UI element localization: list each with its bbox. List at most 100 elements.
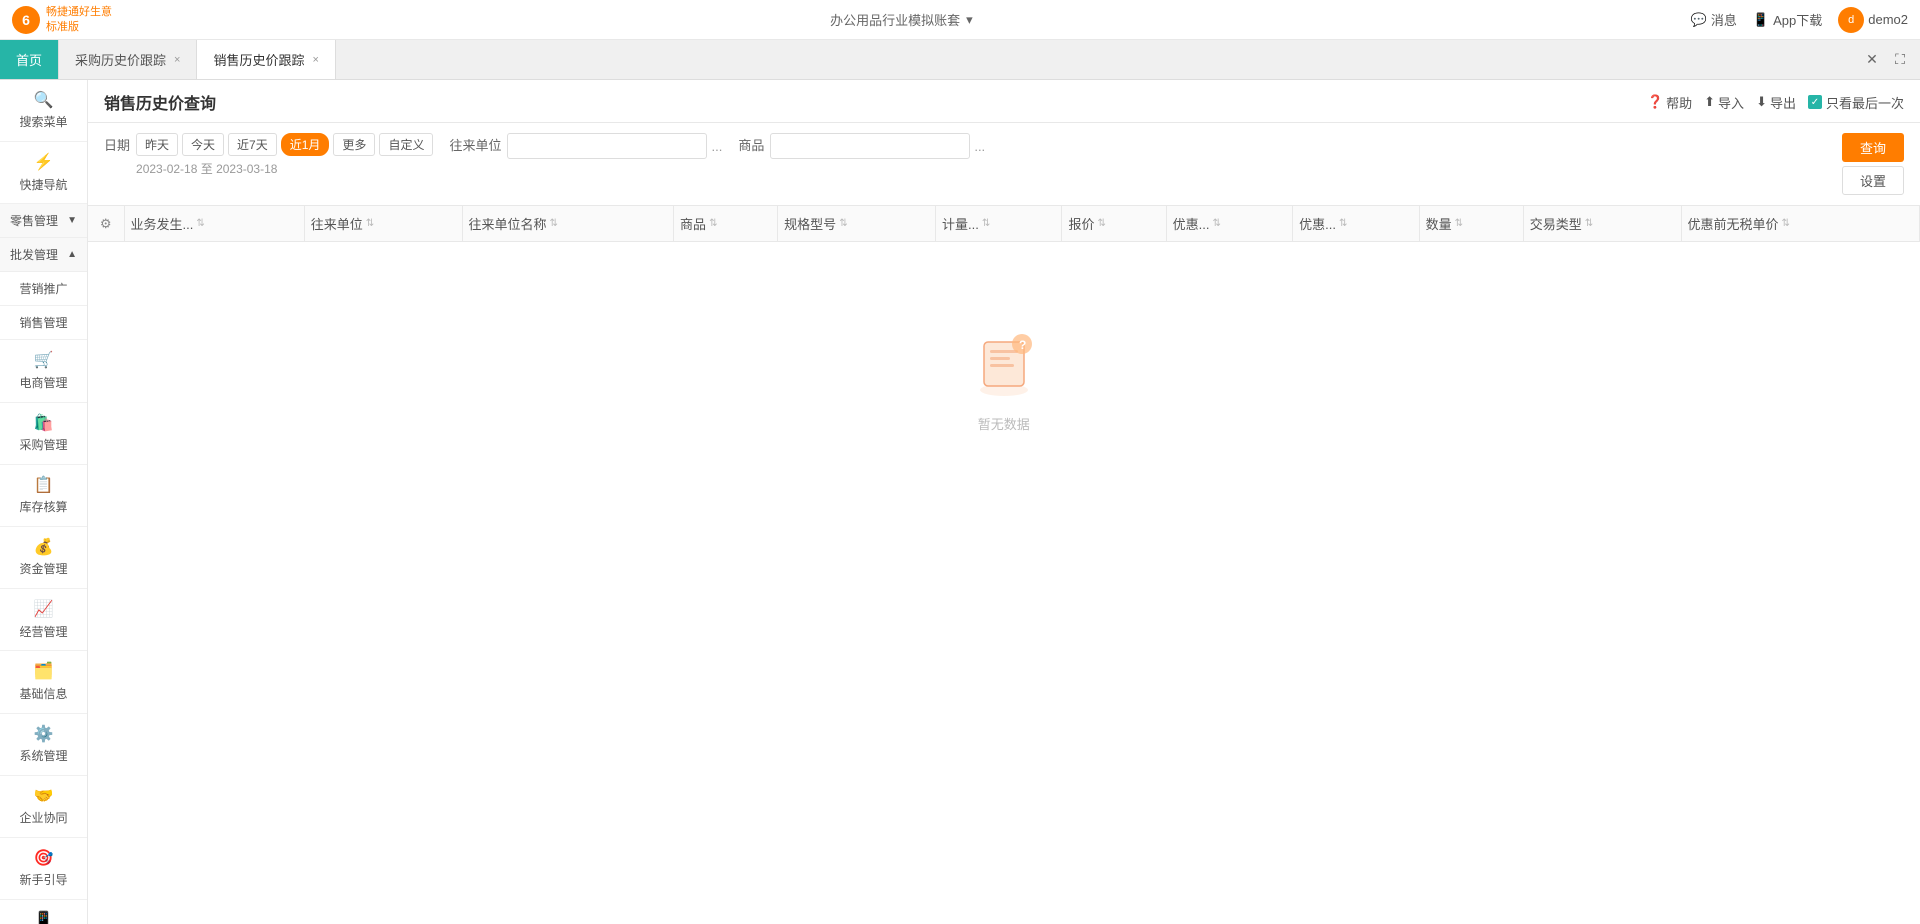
sidebar-quicknav-label: 快捷导航 <box>19 177 67 194</box>
date-filter-label: 日期 <box>104 133 130 159</box>
system-label: 系统管理 <box>19 748 67 765</box>
finance-icon: 💰 <box>34 537 54 559</box>
filter-bar: 日期 昨天 今天 近7天 近1月 更多 自定义 2023-02-18 至 202… <box>88 123 1920 206</box>
th-product-sort[interactable]: ⇅ <box>709 218 717 229</box>
sidebar-item-sales-mgmt[interactable]: 销售管理 <box>0 306 87 340</box>
th-biz-date: 业务发生... ⇅ <box>124 206 304 242</box>
th-discount2-label: 优惠... <box>1299 214 1336 233</box>
th-discount1-sort[interactable]: ⇅ <box>1212 218 1220 229</box>
product-input[interactable] <box>770 133 970 159</box>
sidebar-item-ecommerce[interactable]: 🛒 电商管理 <box>0 340 87 402</box>
topbar-left: 6 畅捷通好生意 标准版 <box>12 5 112 34</box>
sidebar-item-finance[interactable]: 💰 资金管理 <box>0 527 87 589</box>
customer-input[interactable] <box>507 133 707 159</box>
only-last-wrap[interactable]: ✓ 只看最后一次 <box>1808 93 1904 112</box>
export-action[interactable]: ⬇ 导出 <box>1756 93 1796 112</box>
user-area[interactable]: d demo2 <box>1838 7 1908 33</box>
customer-dots[interactable]: ... <box>711 139 722 154</box>
setting-button[interactable]: 设置 <box>1842 166 1904 195</box>
th-spec-sort[interactable]: ⇅ <box>839 218 847 229</box>
quick-nav-icon: ⚡ <box>34 152 54 174</box>
th-qty-label: 数量 <box>1426 214 1452 233</box>
data-table: ⚙ 业务发生... ⇅ 往来单位 ⇅ <box>88 206 1920 513</box>
tab-sales-history[interactable]: 销售历史价跟踪 × <box>197 40 335 79</box>
empty-state-row: ? 暂无数据 <box>88 242 1920 514</box>
table-header-row: ⚙ 业务发生... ⇅ 往来单位 ⇅ <box>88 206 1920 242</box>
guide-icon: 🎯 <box>34 848 54 870</box>
sidebar-item-new-guide[interactable]: 🎯 新手引导 <box>0 838 87 900</box>
sidebar-item-base-info[interactable]: 🗂️ 基础信息 <box>0 651 87 713</box>
empty-svg: ? <box>964 322 1044 402</box>
sidebar-item-retail-mgmt[interactable]: 零售管理 ▼ <box>0 204 87 238</box>
product-filter-label: 商品 <box>738 133 764 159</box>
date-filter-btns: 昨天 今天 近7天 近1月 更多 自定义 2023-02-18 至 2023-0… <box>136 133 433 177</box>
product-dots[interactable]: ... <box>974 139 985 154</box>
tab-home[interactable]: 首页 <box>0 40 59 79</box>
date-btn-7days[interactable]: 近7天 <box>228 133 277 156</box>
message-btn[interactable]: 💬 消息 <box>1691 10 1737 29</box>
topbar-center[interactable]: 办公用品行业模拟账套 ▾ <box>830 10 973 29</box>
app-download-btn[interactable]: 📱 App下载 <box>1753 10 1822 29</box>
date-btn-1month[interactable]: 近1月 <box>281 133 330 156</box>
sidebar: 🔍 搜索菜单 ⚡ 快捷导航 零售管理 ▼ 批发管理 ▲ 营销推广 销售管理 🛒 … <box>0 80 88 924</box>
tab-purchase-history[interactable]: 采购历史价跟踪 × <box>59 40 197 79</box>
import-action[interactable]: ⬆ 导入 <box>1704 93 1744 112</box>
sidebar-item-enterprise-collab[interactable]: 🤝 企业协同 <box>0 776 87 838</box>
system-icon: ⚙️ <box>34 724 54 746</box>
sidebar-item-wholesale-mgmt[interactable]: 批发管理 ▲ <box>0 238 87 272</box>
close-tab-btn[interactable]: ✕ <box>1860 48 1884 72</box>
query-button[interactable]: 查询 <box>1842 133 1904 162</box>
app-selector-arrow[interactable]: ▾ <box>966 12 973 28</box>
purchase-icon: 🛍️ <box>34 413 54 435</box>
marketing-label: 营销推广 <box>19 282 67 296</box>
table-body: ? 暂无数据 <box>88 242 1920 514</box>
search-icon: 🔍 <box>34 90 54 112</box>
tab-purchase-history-close[interactable]: × <box>174 54 180 66</box>
ecommerce-icon: 🛒 <box>34 350 54 372</box>
page-title: 销售历史价查询 <box>104 90 216 114</box>
help-action[interactable]: ❓ 帮助 <box>1647 93 1692 112</box>
date-btn-custom[interactable]: 自定义 <box>379 133 433 156</box>
th-quote: 报价 ⇅ <box>1062 206 1166 242</box>
th-partner-id-sort[interactable]: ⇅ <box>366 218 374 229</box>
sidebar-item-purchase-mgmt[interactable]: 🛍️ 采购管理 <box>0 403 87 465</box>
sidebar-sub-wholesale: 营销推广 销售管理 <box>0 272 87 340</box>
import-icon: ⬆ <box>1704 94 1715 110</box>
sidebar-item-inventory[interactable]: 📋 库存核算 <box>0 465 87 527</box>
date-btn-more[interactable]: 更多 <box>333 133 375 156</box>
th-qty-sort[interactable]: ⇅ <box>1455 218 1463 229</box>
th-partner-name-label: 往来单位名称 <box>469 214 547 233</box>
sidebar-item-marketing[interactable]: 营销推广 <box>0 272 87 306</box>
th-pre-tax-price-label: 优惠前无税单价 <box>1688 214 1779 233</box>
purchase-label: 采购管理 <box>19 437 67 454</box>
sidebar-item-app-center[interactable]: 📱 应用中心 <box>0 900 87 924</box>
sidebar-item-operations[interactable]: 📈 经营管理 <box>0 589 87 651</box>
th-unit-sort[interactable]: ⇅ <box>982 218 990 229</box>
th-partner-id-label: 往来单位 <box>311 214 363 233</box>
date-btn-yesterday[interactable]: 昨天 <box>136 133 178 156</box>
th-biz-date-sort[interactable]: ⇅ <box>196 218 204 229</box>
th-partner-name-sort[interactable]: ⇅ <box>550 218 558 229</box>
sidebar-item-system[interactable]: ⚙️ 系统管理 <box>0 714 87 776</box>
logo-icon: 6 <box>12 6 40 34</box>
th-pre-tax-price-sort[interactable]: ⇅ <box>1782 218 1790 229</box>
empty-state-cell: ? 暂无数据 <box>88 242 1920 514</box>
th-trade-type-label: 交易类型 <box>1530 214 1582 233</box>
th-discount2-sort[interactable]: ⇅ <box>1339 218 1347 229</box>
tab-sales-history-close[interactable]: × <box>312 54 318 66</box>
sidebar-item-quick-nav[interactable]: ⚡ 快捷导航 <box>0 142 87 204</box>
maximize-btn[interactable]: ⛶ <box>1888 48 1912 72</box>
date-btn-today[interactable]: 今天 <box>182 133 224 156</box>
th-biz-date-label: 业务发生... <box>131 214 194 233</box>
th-trade-type-sort[interactable]: ⇅ <box>1585 218 1593 229</box>
settings-icon[interactable]: ⚙ <box>100 216 112 231</box>
th-discount1-label: 优惠... <box>1173 214 1210 233</box>
import-label: 导入 <box>1718 93 1744 112</box>
empty-text: 暂无数据 <box>978 414 1030 433</box>
only-last-checkbox[interactable]: ✓ <box>1808 95 1822 109</box>
th-discount1: 优惠... ⇅ <box>1166 206 1292 242</box>
th-trade-type: 交易类型 ⇅ <box>1523 206 1681 242</box>
th-quote-sort[interactable]: ⇅ <box>1098 218 1106 229</box>
app-selector-label[interactable]: 办公用品行业模拟账套 <box>830 10 960 29</box>
sidebar-item-search-menu[interactable]: 🔍 搜索菜单 <box>0 80 87 142</box>
